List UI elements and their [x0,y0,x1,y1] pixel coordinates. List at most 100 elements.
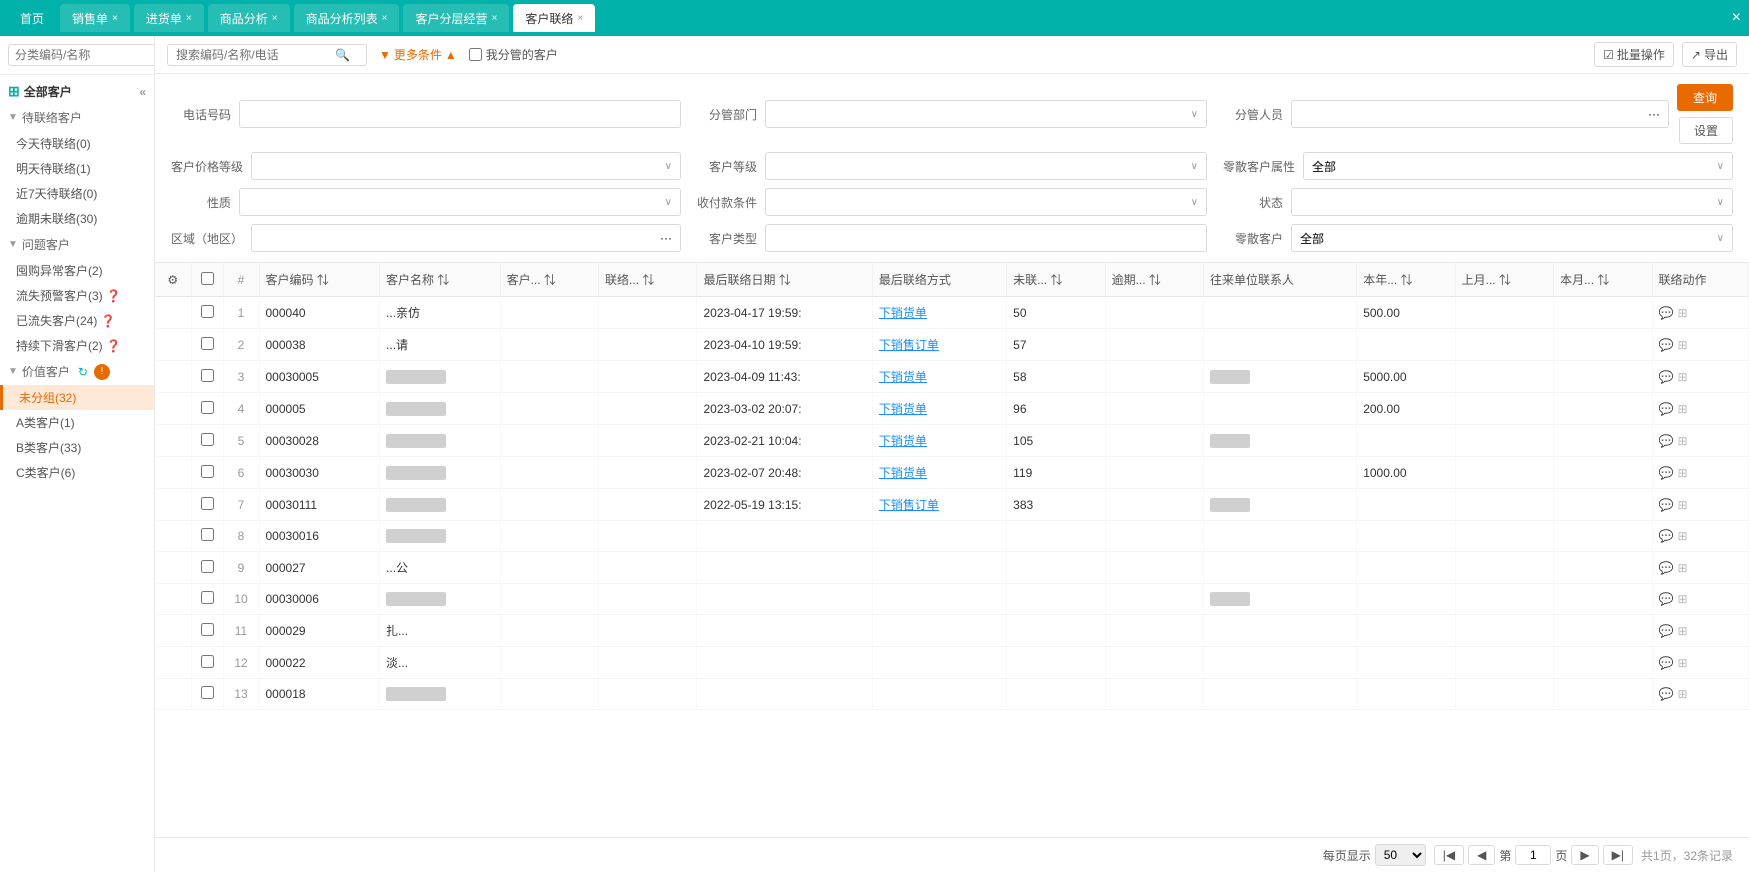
filter-payment-input[interactable]: ∨ [765,188,1207,216]
row-checkbox-cell[interactable] [191,297,223,329]
row-last-method[interactable] [872,521,1006,552]
row-checkbox[interactable] [201,497,214,510]
prev-page-button[interactable]: ◀ [1468,845,1495,865]
sidebar-item-class-b[interactable]: B类客户(33) [0,435,154,460]
tab-purchase[interactable]: 进货单 × [134,4,204,32]
row-last-method[interactable] [872,679,1006,710]
row-last-method[interactable]: 下销货单 [872,425,1006,457]
col-year-amount[interactable]: 本年... ⇅ [1357,263,1455,297]
filter-price-level-input[interactable]: ∨ [251,152,681,180]
row-checkbox[interactable] [201,401,214,414]
close-tab-customer-segment[interactable]: × [491,13,497,24]
tab-customer-contact[interactable]: 客户联络 × [513,4,595,32]
more-action-icon[interactable]: ⊞ [1677,687,1687,701]
tab-home[interactable]: 首页 [8,4,56,32]
filter-customer-level-input[interactable]: ∨ [765,152,1207,180]
col-not-contacted[interactable]: 未联... ⇅ [1007,263,1105,297]
row-last-method[interactable]: 下销售订单 [872,329,1006,361]
close-tab-sales[interactable]: × [112,13,118,24]
more-action-icon[interactable]: ⊞ [1677,592,1687,606]
col-name[interactable]: 客户名称 ⇅ [380,263,501,297]
my-customers-checkbox[interactable] [469,48,482,61]
more-action-icon[interactable]: ⊞ [1677,656,1687,670]
pending-contact-group[interactable]: ▼ 待联络客户 [0,104,154,131]
filter-property-input[interactable]: ∨ [239,188,681,216]
page-size-select[interactable]: 50 100 [1375,844,1426,866]
more-action-icon[interactable]: ⊞ [1677,624,1687,638]
row-checkbox[interactable] [201,686,214,699]
col-last-method[interactable]: 最后联络方式 [872,263,1006,297]
more-action-icon[interactable]: ⊞ [1677,338,1687,352]
next-page-button[interactable]: ▶ [1571,845,1598,865]
all-customers-header[interactable]: ⊞ 全部客户 « [0,75,154,104]
query-button[interactable]: 查询 [1677,84,1733,111]
filter-retail-customer-input[interactable]: 全部 ∨ [1291,224,1733,252]
row-checkbox-cell[interactable] [191,393,223,425]
tab-product-analysis[interactable]: 商品分析 × [208,4,290,32]
more-action-icon[interactable]: ⊞ [1677,434,1687,448]
contact-icon[interactable]: 💬 [1659,402,1674,416]
sidebar-item-ungrouped[interactable]: 未分组(32) [0,385,154,410]
row-last-method[interactable] [872,552,1006,584]
contact-icon[interactable]: 💬 [1659,466,1674,480]
row-checkbox-cell[interactable] [191,425,223,457]
row-last-method[interactable]: 下销售订单 [872,489,1006,521]
col-overdue[interactable]: 逾期... ⇅ [1105,263,1203,297]
collapse-icon[interactable]: « [139,85,146,99]
last-page-button[interactable]: ▶| [1603,845,1633,865]
row-checkbox[interactable] [201,591,214,604]
sidebar-item-tomorrow[interactable]: 明天待联络(1) [0,156,154,181]
col-unit-contacts[interactable]: 往来单位联系人 [1204,263,1357,297]
close-tab-customer-contact[interactable]: × [577,13,583,24]
row-last-method[interactable] [872,584,1006,615]
my-customers-checkbox-label[interactable]: 我分管的客户 [469,46,558,63]
contact-icon[interactable]: 💬 [1659,592,1674,606]
more-action-icon[interactable]: ⊞ [1677,529,1687,543]
sidebar-item-today[interactable]: 今天待联络(0) [0,131,154,156]
contact-icon[interactable]: 💬 [1659,306,1674,320]
row-checkbox-cell[interactable] [191,361,223,393]
select-all-col[interactable] [191,263,223,297]
row-checkbox[interactable] [201,369,214,382]
sidebar-search-input[interactable] [8,44,155,66]
filter-region-input[interactable]: ··· [251,224,681,252]
row-checkbox-cell[interactable] [191,552,223,584]
filter-staff-input[interactable]: ··· [1291,100,1669,128]
row-last-method[interactable]: 下销货单 [872,393,1006,425]
filter-retail-attr-input[interactable]: 全部 ∨ [1303,152,1733,180]
contact-icon[interactable]: 💬 [1659,656,1674,670]
search-icon[interactable]: 🔍 [335,48,350,62]
col-code[interactable]: 客户编码 ⇅ [259,263,380,297]
contact-icon[interactable]: 💬 [1659,529,1674,543]
tab-sales[interactable]: 销售单 × [60,4,130,32]
refresh-icon[interactable]: ↻ [78,365,88,379]
filter-customer-type-input[interactable] [765,224,1207,252]
reset-button[interactable]: 设置 [1679,117,1733,144]
export-button[interactable]: ↗ 导出 [1682,42,1737,67]
first-page-button[interactable]: |◀ [1434,845,1464,865]
tab-customer-segment[interactable]: 客户分层经营 × [403,4,509,32]
row-checkbox[interactable] [201,528,214,541]
contact-icon[interactable]: 💬 [1659,370,1674,384]
filter-phone-input[interactable] [239,100,681,128]
problem-customer-group[interactable]: ▼ 问题客户 [0,231,154,258]
contact-icon[interactable]: 💬 [1659,434,1674,448]
filter-status-input[interactable]: ∨ [1291,188,1733,216]
row-checkbox-cell[interactable] [191,489,223,521]
row-checkbox[interactable] [201,305,214,318]
search-box[interactable]: 🔍 [167,44,367,66]
row-checkbox[interactable] [201,433,214,446]
batch-ops-button[interactable]: ☑ 批量操作 [1594,42,1674,67]
sidebar-item-class-a[interactable]: A类客户(1) [0,410,154,435]
close-tab-product-list[interactable]: × [382,13,388,24]
page-number-input[interactable] [1515,845,1551,865]
close-tab-product-analysis[interactable]: × [272,13,278,24]
sidebar-item-abnormal[interactable]: 囤购异常客户(2) [0,258,154,283]
select-all-checkbox[interactable] [201,272,214,285]
contact-icon[interactable]: 💬 [1659,561,1674,575]
row-last-method[interactable]: 下销货单 [872,457,1006,489]
more-action-icon[interactable]: ⊞ [1677,561,1687,575]
col-this-month[interactable]: 本月... ⇅ [1554,263,1652,297]
contact-icon[interactable]: 💬 [1659,624,1674,638]
row-checkbox[interactable] [201,465,214,478]
